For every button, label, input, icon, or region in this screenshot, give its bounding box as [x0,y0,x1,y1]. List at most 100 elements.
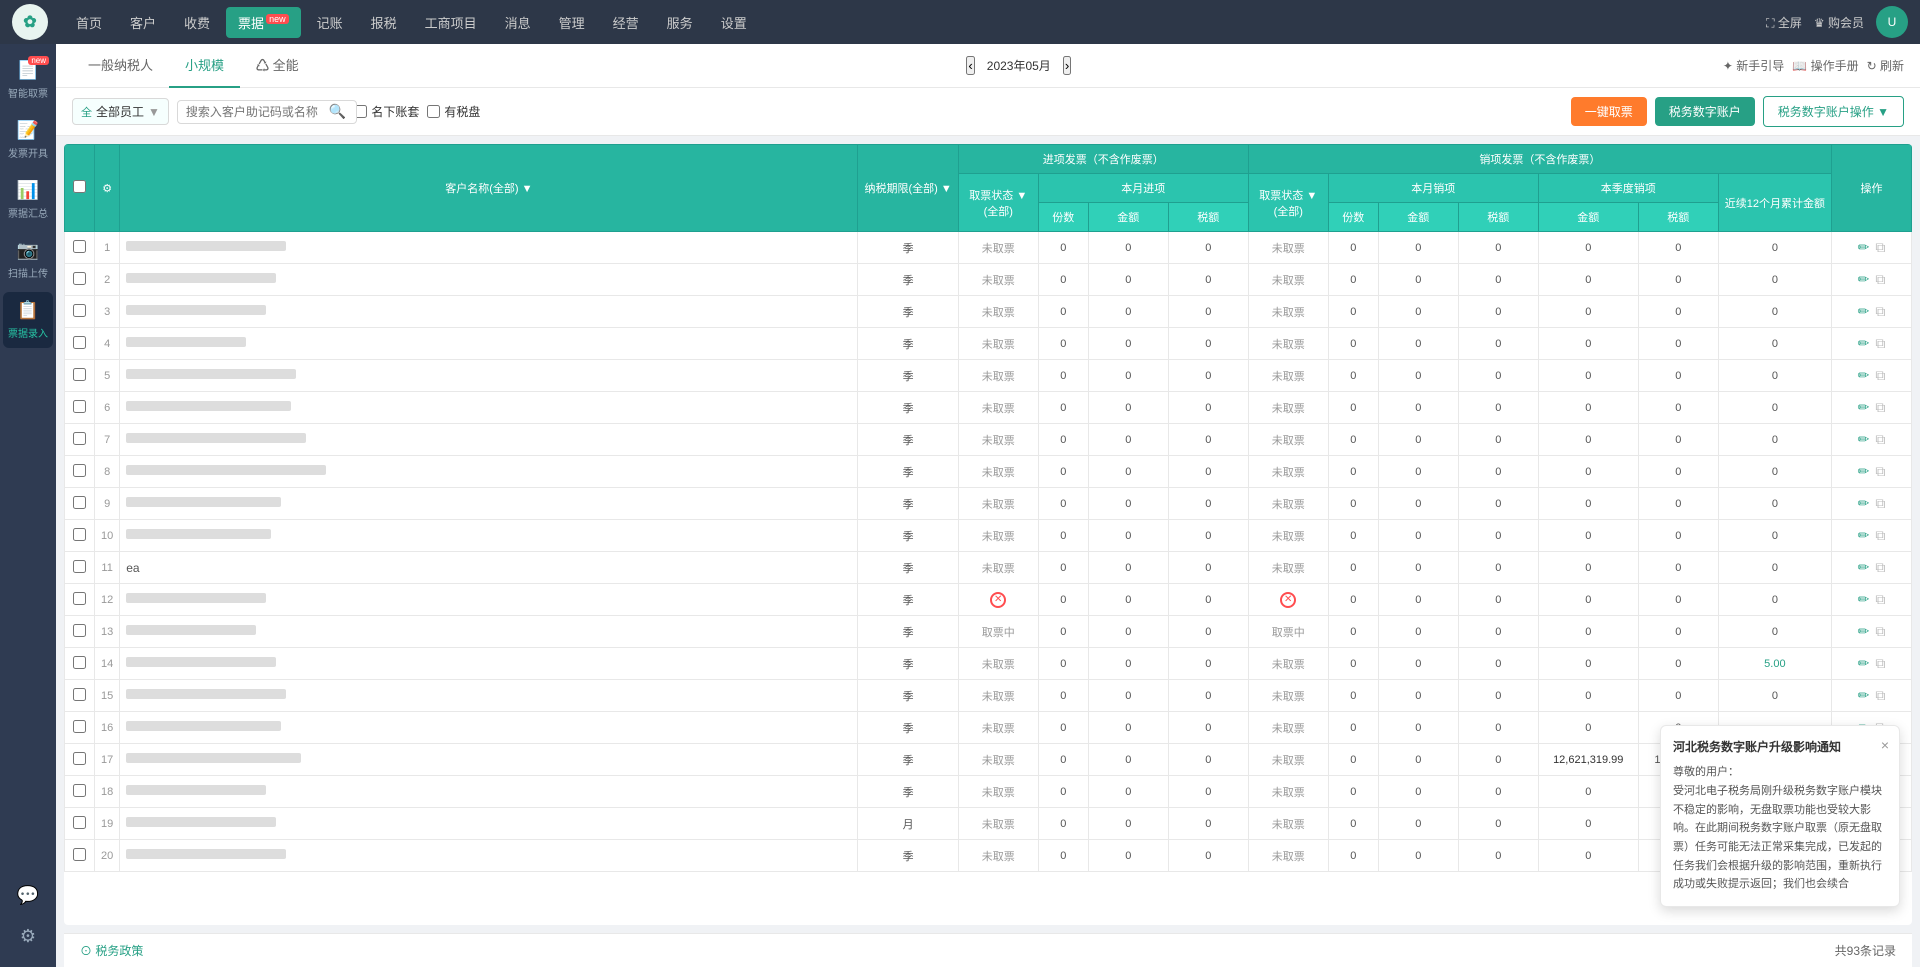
copy-icon[interactable]: ⧉ [1875,431,1885,448]
tax-digital-button[interactable]: 税务数字账户 [1655,97,1755,126]
copy-icon[interactable]: ⧉ [1875,591,1885,608]
row-checkbox[interactable] [73,752,86,765]
row-checkbox[interactable] [73,464,86,477]
edit-icon[interactable]: ✏ [1858,559,1870,576]
popup-close-button[interactable]: × [1881,734,1889,756]
tab-all[interactable]: ♺ 全能 [240,44,315,88]
nav-home[interactable]: 首页 [64,7,114,38]
row-checkbox[interactable] [73,784,86,797]
th-ticket-status-out[interactable]: 取票状态 ▼(全部) [1248,174,1328,232]
copy-icon[interactable]: ⧉ [1875,495,1885,512]
row-checkbox[interactable] [73,816,86,829]
staff-selector[interactable]: 全 全部员工 ▼ [72,98,169,125]
copy-icon[interactable]: ⧉ [1875,303,1885,320]
select-all-checkbox[interactable] [73,180,86,193]
nav-settings[interactable]: 设置 [709,7,759,38]
row-checkbox[interactable] [73,592,86,605]
checkbox-account[interactable]: 名下账套 [354,103,419,120]
row-checkbox[interactable] [73,624,86,637]
edit-icon[interactable]: ✏ [1858,623,1870,640]
tax-policy-link[interactable]: ⊙ 税务政策 [80,944,143,958]
copy-icon[interactable]: ⧉ [1875,335,1885,352]
next-month-button[interactable]: › [1063,56,1071,75]
row-checkbox[interactable] [73,848,86,861]
sidebar-item-issue[interactable]: 📝 发票开具 [3,112,53,168]
nav-service[interactable]: 服务 [655,7,705,38]
edit-icon[interactable]: ✏ [1858,399,1870,416]
row-checkbox[interactable] [73,496,86,509]
row-checkbox[interactable] [73,528,86,541]
copy-icon[interactable]: ⧉ [1875,623,1885,640]
copy-icon[interactable]: ⧉ [1875,655,1885,672]
copy-icon[interactable]: ⧉ [1875,367,1885,384]
th-customer-name[interactable]: 客户名称(全部) ▼ [120,145,858,232]
copy-icon[interactable]: ⧉ [1875,687,1885,704]
new-guide-link[interactable]: ✦ 新手引导 [1723,57,1784,74]
edit-icon[interactable]: ✏ [1858,687,1870,704]
member-button[interactable]: ♛ 购会员 [1814,14,1864,31]
nav-accounting[interactable]: 记账 [305,7,355,38]
notification-popup: 河北税务数字账户升级影响通知 × 尊敬的用户： 受河北电子税务局刚升级税务数字账… [1660,725,1900,907]
tab-small-scale[interactable]: 小规模 [169,44,240,88]
nav-customer[interactable]: 客户 [118,7,168,38]
row-num-cell: 8 [95,456,120,488]
fullscreen-button[interactable]: ⛶ 全屏 [1766,14,1802,31]
sidebar-item-scan[interactable]: 📷 扫描上传 [3,232,53,288]
one-key-ticket-button[interactable]: 一键取票 [1571,97,1647,126]
sidebar-label-smart-ticket: 智能取票 [8,85,48,100]
row-checkbox[interactable] [73,656,86,669]
row-checkbox[interactable] [73,304,86,317]
row-checkbox[interactable] [73,368,86,381]
copy-icon[interactable]: ⧉ [1875,399,1885,416]
row-checkbox[interactable] [73,720,86,733]
nav-invoice[interactable]: 票据new [226,7,301,38]
edit-icon[interactable]: ✏ [1858,655,1870,672]
edit-icon[interactable]: ✏ [1858,431,1870,448]
row-checkbox[interactable] [73,240,86,253]
row-checkbox[interactable] [73,560,86,573]
row-checkbox[interactable] [73,336,86,349]
nav-operation[interactable]: 经营 [601,7,651,38]
checkbox-taxdisk-input[interactable] [427,105,440,118]
edit-icon[interactable]: ✏ [1858,303,1870,320]
edit-icon[interactable]: ✏ [1858,463,1870,480]
nav-tax[interactable]: 报税 [359,7,409,38]
sidebar-item-chat[interactable]: 💬 [3,877,53,914]
row-checkbox-cell [65,360,95,392]
th-ticket-status-in[interactable]: 取票状态 ▼(全部) [958,174,1038,232]
row-checkbox[interactable] [73,688,86,701]
edit-icon[interactable]: ✏ [1858,495,1870,512]
search-button[interactable]: 🔍 [329,103,346,120]
sidebar-item-record[interactable]: 📋 票据录入 [3,292,53,348]
edit-icon[interactable]: ✏ [1858,335,1870,352]
row-checkbox[interactable] [73,432,86,445]
edit-icon[interactable]: ✏ [1858,239,1870,256]
copy-icon[interactable]: ⧉ [1875,271,1885,288]
row-checkbox[interactable] [73,400,86,413]
nav-message[interactable]: 消息 [493,7,543,38]
copy-icon[interactable]: ⧉ [1875,527,1885,544]
sidebar-item-summary[interactable]: 📊 票据汇总 [3,172,53,228]
tax-digital-ops-button[interactable]: 税务数字账户操作 ▼ [1763,96,1904,127]
refresh-link[interactable]: ↻ 刷新 [1867,57,1904,74]
edit-icon[interactable]: ✏ [1858,367,1870,384]
row-checkbox[interactable] [73,272,86,285]
nav-business[interactable]: 工商项目 [413,7,489,38]
copy-icon[interactable]: ⧉ [1875,559,1885,576]
checkbox-taxdisk[interactable]: 有税盘 [427,103,480,120]
status-out-cell: 未取票 [1248,264,1328,296]
edit-icon[interactable]: ✏ [1858,591,1870,608]
sidebar-item-smart-ticket[interactable]: 📄 智能取票 new [3,52,53,108]
copy-icon[interactable]: ⧉ [1875,463,1885,480]
manual-link[interactable]: 📖 操作手册 [1792,57,1858,74]
user-avatar[interactable]: U [1876,6,1908,38]
nav-fee[interactable]: 收费 [172,7,222,38]
prev-month-button[interactable]: ‹ [966,56,974,75]
edit-icon[interactable]: ✏ [1858,271,1870,288]
edit-icon[interactable]: ✏ [1858,527,1870,544]
tab-general-taxpayer[interactable]: 一般纳税人 [72,44,169,88]
copy-icon[interactable]: ⧉ [1875,239,1885,256]
nav-manage[interactable]: 管理 [547,7,597,38]
th-tax-quota[interactable]: 纳税期限(全部) ▼ [858,145,958,232]
sidebar-item-config[interactable]: ⚙ [3,918,53,955]
